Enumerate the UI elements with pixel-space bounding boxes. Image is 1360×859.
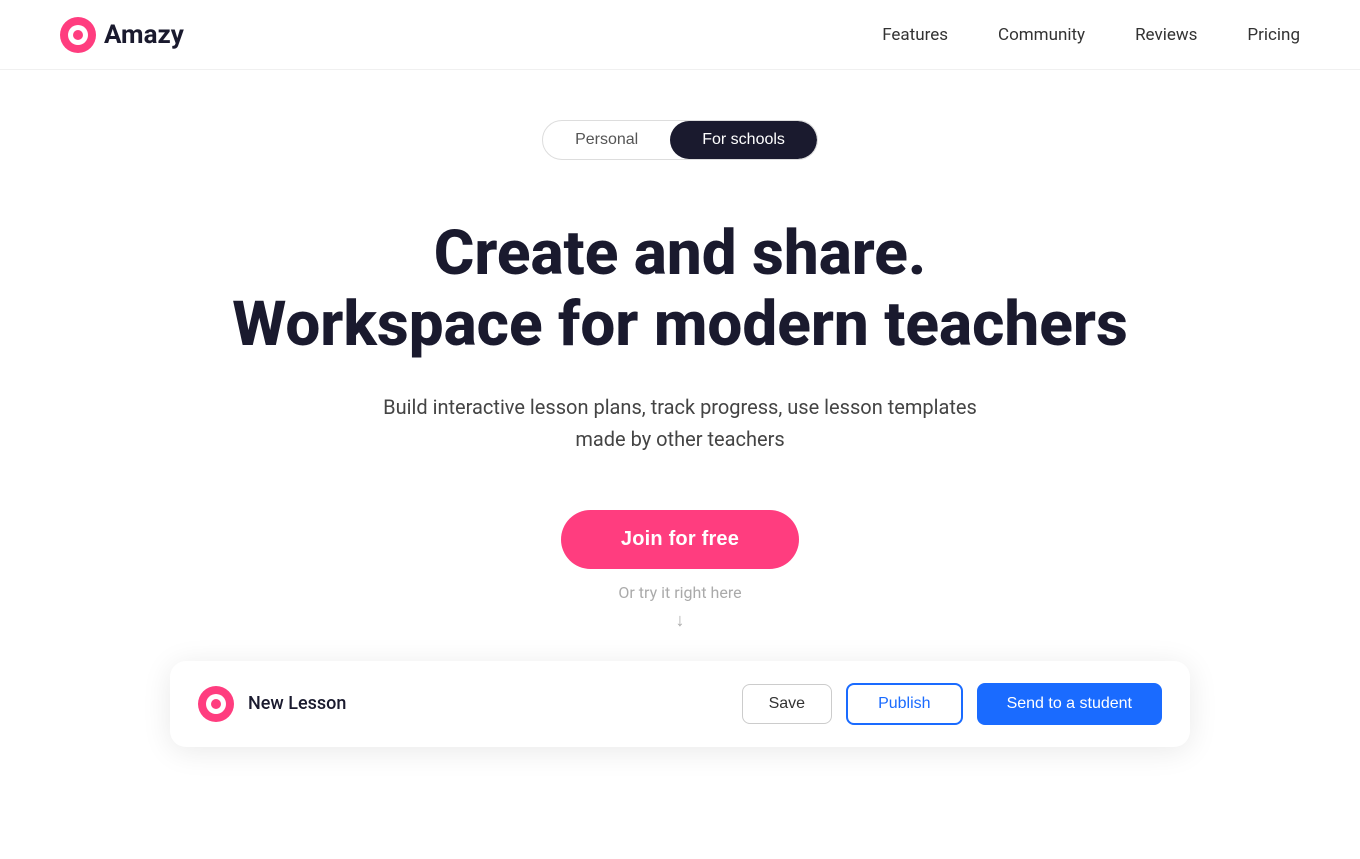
- send-to-student-button[interactable]: Send to a student: [977, 683, 1162, 725]
- toggle-for-schools[interactable]: For schools: [670, 121, 817, 159]
- logo-text: Amazy: [104, 20, 184, 50]
- try-text: Or try it right here: [618, 583, 741, 602]
- hero-title-line1: Create and share.: [434, 220, 927, 288]
- hero-section: Create and share. Workspace for modern t…: [0, 220, 1360, 455]
- toggle-section: Personal For schools: [0, 120, 1360, 160]
- arrow-down-icon: ↓: [676, 610, 685, 631]
- save-button[interactable]: Save: [742, 684, 832, 724]
- lesson-left: New Lesson: [198, 686, 346, 722]
- toggle-group: Personal For schools: [542, 120, 818, 160]
- lesson-card: New Lesson Save Publish Send to a studen…: [170, 661, 1190, 747]
- nav-community[interactable]: Community: [998, 25, 1085, 45]
- lesson-title: New Lesson: [248, 693, 346, 714]
- cta-section: Join for free Or try it right here ↓: [0, 510, 1360, 631]
- hero-title-line2: Workspace for modern teachers: [232, 288, 1128, 362]
- nav-features[interactable]: Features: [882, 25, 948, 45]
- main-nav: Features Community Reviews Pricing: [882, 25, 1300, 45]
- publish-button[interactable]: Publish: [846, 683, 962, 725]
- lesson-actions: Save Publish Send to a student: [742, 683, 1162, 725]
- header: Amazy Features Community Reviews Pricing: [0, 0, 1360, 70]
- nav-reviews[interactable]: Reviews: [1135, 25, 1197, 45]
- logo-icon: [60, 17, 96, 53]
- join-free-button[interactable]: Join for free: [561, 510, 799, 569]
- lesson-logo-icon: [198, 686, 234, 722]
- hero-subtitle: Build interactive lesson plans, track pr…: [370, 391, 990, 455]
- nav-pricing[interactable]: Pricing: [1247, 25, 1300, 45]
- toggle-personal[interactable]: Personal: [543, 121, 670, 159]
- logo[interactable]: Amazy: [60, 17, 184, 53]
